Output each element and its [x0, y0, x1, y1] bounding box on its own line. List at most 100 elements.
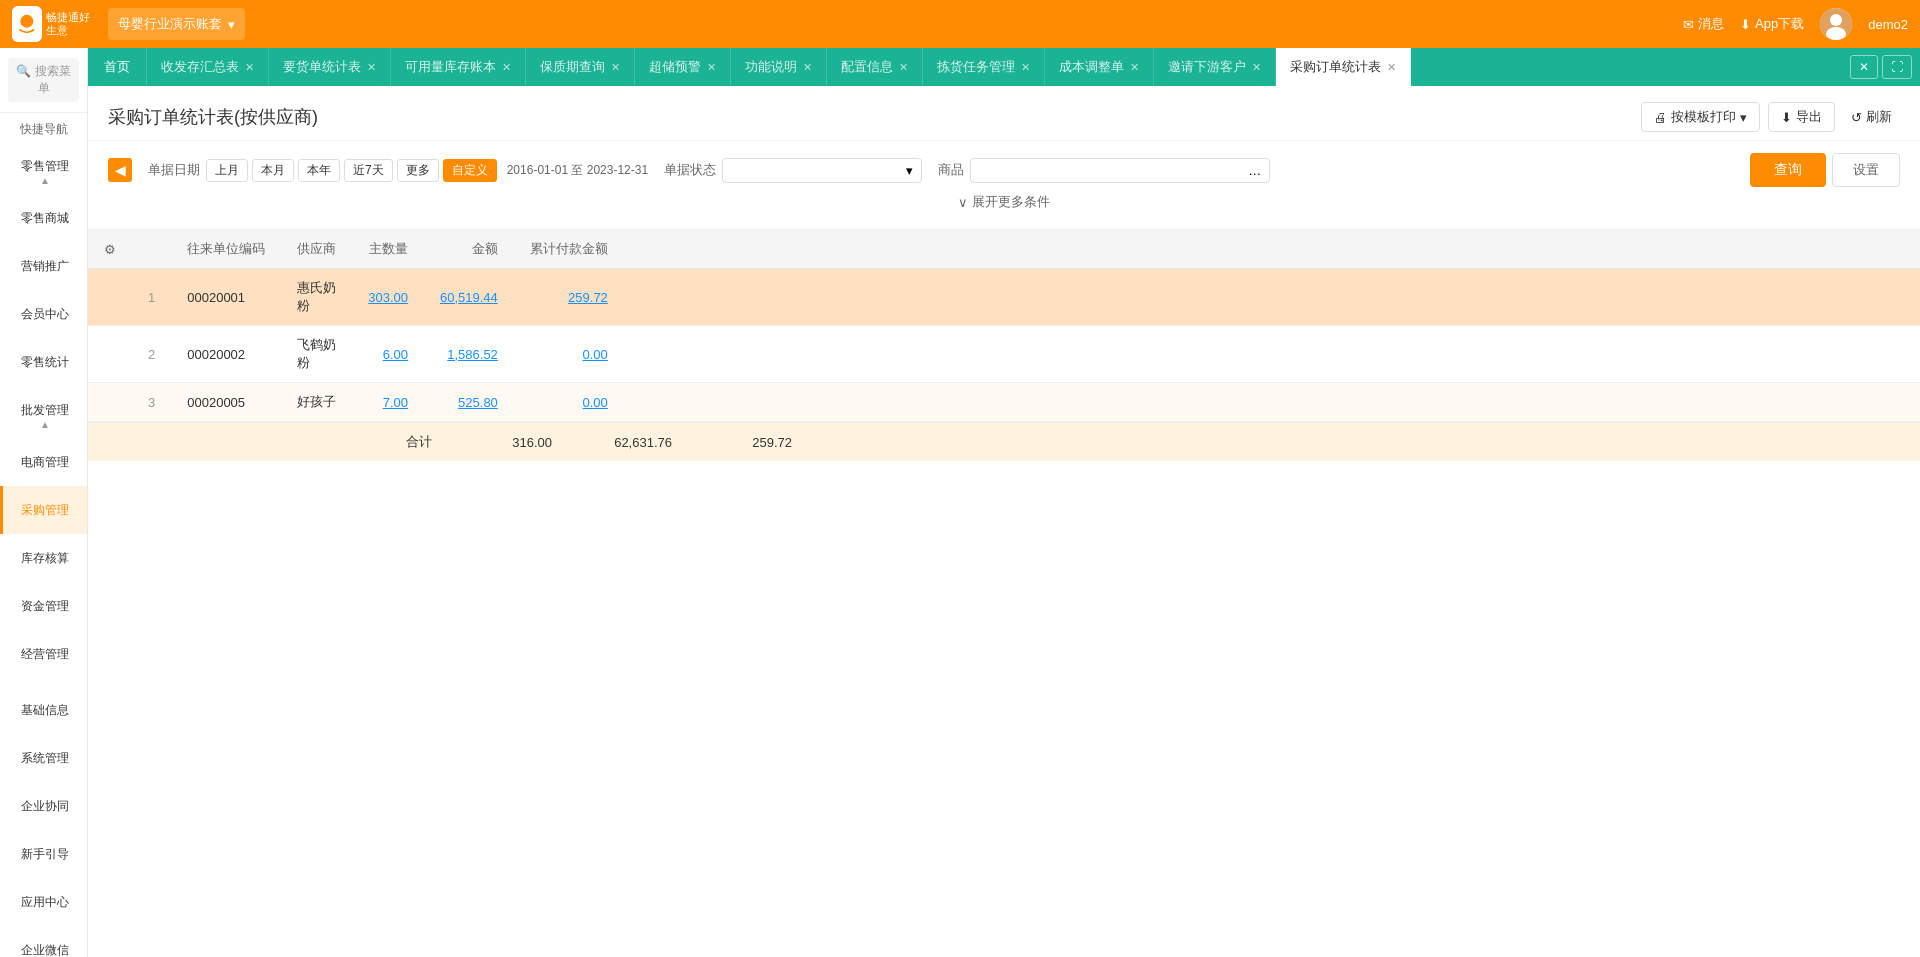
tab-close-icon[interactable]: ✕ [1252, 61, 1261, 74]
tab-close-icon[interactable]: ✕ [245, 61, 254, 74]
table-row[interactable]: 1 00020001 惠氏奶粉 303.00 60,519.44 259.72 [88, 269, 1920, 326]
tab-pick-task[interactable]: 拣货任务管理 ✕ [923, 48, 1045, 86]
status-select[interactable]: ▾ [722, 158, 922, 183]
sidebar-item-newguide[interactable]: 新手引导 [0, 830, 87, 878]
row-extra [624, 269, 1920, 326]
row-qty[interactable]: 7.00 [352, 383, 424, 422]
sidebar-item-purchase[interactable]: 采购管理 [0, 486, 87, 534]
date-shortcut-7days[interactable]: 近7天 [344, 159, 393, 182]
sidebar: 🔍 搜索菜单 快捷导航 零售管理 ▲ 零售商城 营销推广 会员中心 零售统计 批… [0, 48, 88, 957]
tab-close-all-btn[interactable]: ✕ [1850, 55, 1878, 79]
date-shortcut-prev-month[interactable]: 上月 [206, 159, 248, 182]
tab-close-icon[interactable]: ✕ [1130, 61, 1139, 74]
retail-mall-label: 零售商城 [21, 210, 69, 227]
search-menu-btn[interactable]: 🔍 搜索菜单 [8, 58, 79, 102]
row-supplier: 惠氏奶粉 [281, 269, 352, 326]
tab-purchase-stat[interactable]: 采购订单统计表 ✕ [1276, 48, 1411, 86]
top-bar: 畅捷通好生意 母婴行业演示账套 ▾ ✉ 消息 ⬇ App下载 demo2 [0, 0, 1920, 48]
sidebar-item-wholesale[interactable]: 批发管理 ▲ [0, 394, 87, 438]
date-shortcuts: 上月 本月 本年 近7天 更多 自定义 [206, 159, 497, 182]
sidebar-item-retail[interactable]: 零售管理 ▲ [0, 150, 87, 194]
sidebar-item-system[interactable]: 系统管理 [0, 734, 87, 782]
tab-close-icon[interactable]: ✕ [1387, 61, 1396, 74]
date-shortcut-more[interactable]: 更多 [397, 159, 439, 182]
tab-func-desc[interactable]: 功能说明 ✕ [731, 48, 827, 86]
tab-overstock[interactable]: 超储预警 ✕ [635, 48, 731, 86]
tab-order-stat[interactable]: 要货单统计表 ✕ [269, 48, 391, 86]
sidebar-quick-nav-label[interactable]: 快捷导航 [0, 113, 87, 142]
app-download-btn[interactable]: ⬇ App下载 [1740, 15, 1804, 33]
settings-btn[interactable]: 设置 [1832, 153, 1900, 187]
print-label: 按模板打印 [1671, 108, 1736, 126]
tab-close-icon[interactable]: ✕ [502, 61, 511, 74]
tab-close-icon[interactable]: ✕ [803, 61, 812, 74]
row-check[interactable] [88, 269, 132, 326]
sidebar-item-ecommerce[interactable]: 电商管理 [0, 438, 87, 486]
tab-close-icon[interactable]: ✕ [1021, 61, 1030, 74]
footer-supplier: 合计 [328, 433, 448, 451]
tab-config-info[interactable]: 配置信息 ✕ [827, 48, 923, 86]
row-qty[interactable]: 6.00 [352, 326, 424, 383]
row-num: 3 [132, 383, 171, 422]
avatar[interactable] [1820, 8, 1852, 40]
tab-home[interactable]: 首页 [88, 48, 147, 86]
row-amount[interactable]: 60,519.44 [424, 269, 514, 326]
query-actions: 查询 设置 [1750, 153, 1900, 187]
filter-row-1: ◀ 单据日期 上月 本月 本年 近7天 更多 自定义 2016-01-01 至 … [108, 153, 1900, 187]
print-icon: 🖨 [1654, 110, 1667, 125]
tab-close-icon[interactable]: ✕ [367, 61, 376, 74]
goods-input[interactable]: … [970, 158, 1270, 183]
refresh-icon: ↺ [1851, 110, 1862, 125]
table-row[interactable]: 3 00020005 好孩子 7.00 525.80 0.00 [88, 383, 1920, 422]
row-paid[interactable]: 0.00 [514, 326, 624, 383]
sidebar-item-retail-mall[interactable]: 零售商城 [0, 194, 87, 242]
sidebar-item-operation[interactable]: 经营管理 [0, 630, 87, 678]
tab-invite-downstream[interactable]: 邀请下游客户 ✕ [1154, 48, 1276, 86]
print-btn[interactable]: 🖨 按模板打印 ▾ [1641, 102, 1760, 132]
sidebar-item-inventory[interactable]: 库存核算 [0, 534, 87, 582]
status-label: 单据状态 [664, 161, 716, 179]
sidebar-item-finance[interactable]: 资金管理 [0, 582, 87, 630]
sidebar-item-member[interactable]: 会员中心 [0, 290, 87, 338]
tab-label: 超储预警 [649, 58, 701, 76]
query-btn[interactable]: 查询 [1750, 153, 1826, 187]
tab-available-inv[interactable]: 可用量库存账本 ✕ [391, 48, 526, 86]
tab-cost-adjust[interactable]: 成本调整单 ✕ [1045, 48, 1154, 86]
tab-label: 要货单统计表 [283, 58, 361, 76]
col-settings[interactable]: ⚙ [88, 230, 132, 269]
row-amount[interactable]: 525.80 [424, 383, 514, 422]
date-custom-btn[interactable]: 自定义 [443, 159, 497, 182]
sidebar-item-basic[interactable]: 基础信息 [0, 686, 87, 734]
date-shortcut-this-month[interactable]: 本月 [252, 159, 294, 182]
sidebar-item-retail-stat[interactable]: 零售统计 [0, 338, 87, 386]
expand-more-btn[interactable]: ∨ 展开更多条件 [108, 187, 1900, 217]
tab-maximize-btn[interactable]: ⛶ [1882, 55, 1912, 79]
export-btn[interactable]: ⬇ 导出 [1768, 102, 1835, 132]
row-check[interactable] [88, 383, 132, 422]
message-btn[interactable]: ✉ 消息 [1683, 15, 1724, 33]
filter-collapse-btn[interactable]: ◀ [108, 158, 132, 182]
row-paid[interactable]: 259.72 [514, 269, 624, 326]
system-label: 系统管理 [21, 750, 69, 767]
row-check[interactable] [88, 326, 132, 383]
row-paid[interactable]: 0.00 [514, 383, 624, 422]
page-header: 采购订单统计表(按供应商) 🖨 按模板打印 ▾ ⬇ 导出 ↺ 刷新 [88, 86, 1920, 141]
tab-shelf-life[interactable]: 保质期查询 ✕ [526, 48, 635, 86]
table-row[interactable]: 2 00020002 飞鹤奶粉 6.00 1,586.52 0.00 [88, 326, 1920, 383]
col-qty: 主数量 [352, 230, 424, 269]
sidebar-item-appcenter[interactable]: 应用中心 [0, 878, 87, 926]
sidebar-item-wechat[interactable]: 企业微信 [0, 926, 87, 957]
sidebar-item-enterprise[interactable]: 企业协同 [0, 782, 87, 830]
refresh-btn[interactable]: ↺ 刷新 [1843, 103, 1900, 131]
tab-close-icon[interactable]: ✕ [899, 61, 908, 74]
row-qty[interactable]: 303.00 [352, 269, 424, 326]
tab-receive-send[interactable]: 收发存汇总表 ✕ [147, 48, 269, 86]
workspace-selector[interactable]: 母婴行业演示账套 ▾ [108, 8, 245, 40]
date-shortcut-this-year[interactable]: 本年 [298, 159, 340, 182]
row-amount[interactable]: 1,586.52 [424, 326, 514, 383]
message-icon: ✉ [1683, 17, 1694, 32]
tab-close-icon[interactable]: ✕ [611, 61, 620, 74]
tab-close-icon[interactable]: ✕ [707, 61, 716, 74]
sidebar-item-marketing[interactable]: 营销推广 [0, 242, 87, 290]
chevron-down-icon: ▲ [40, 419, 50, 430]
